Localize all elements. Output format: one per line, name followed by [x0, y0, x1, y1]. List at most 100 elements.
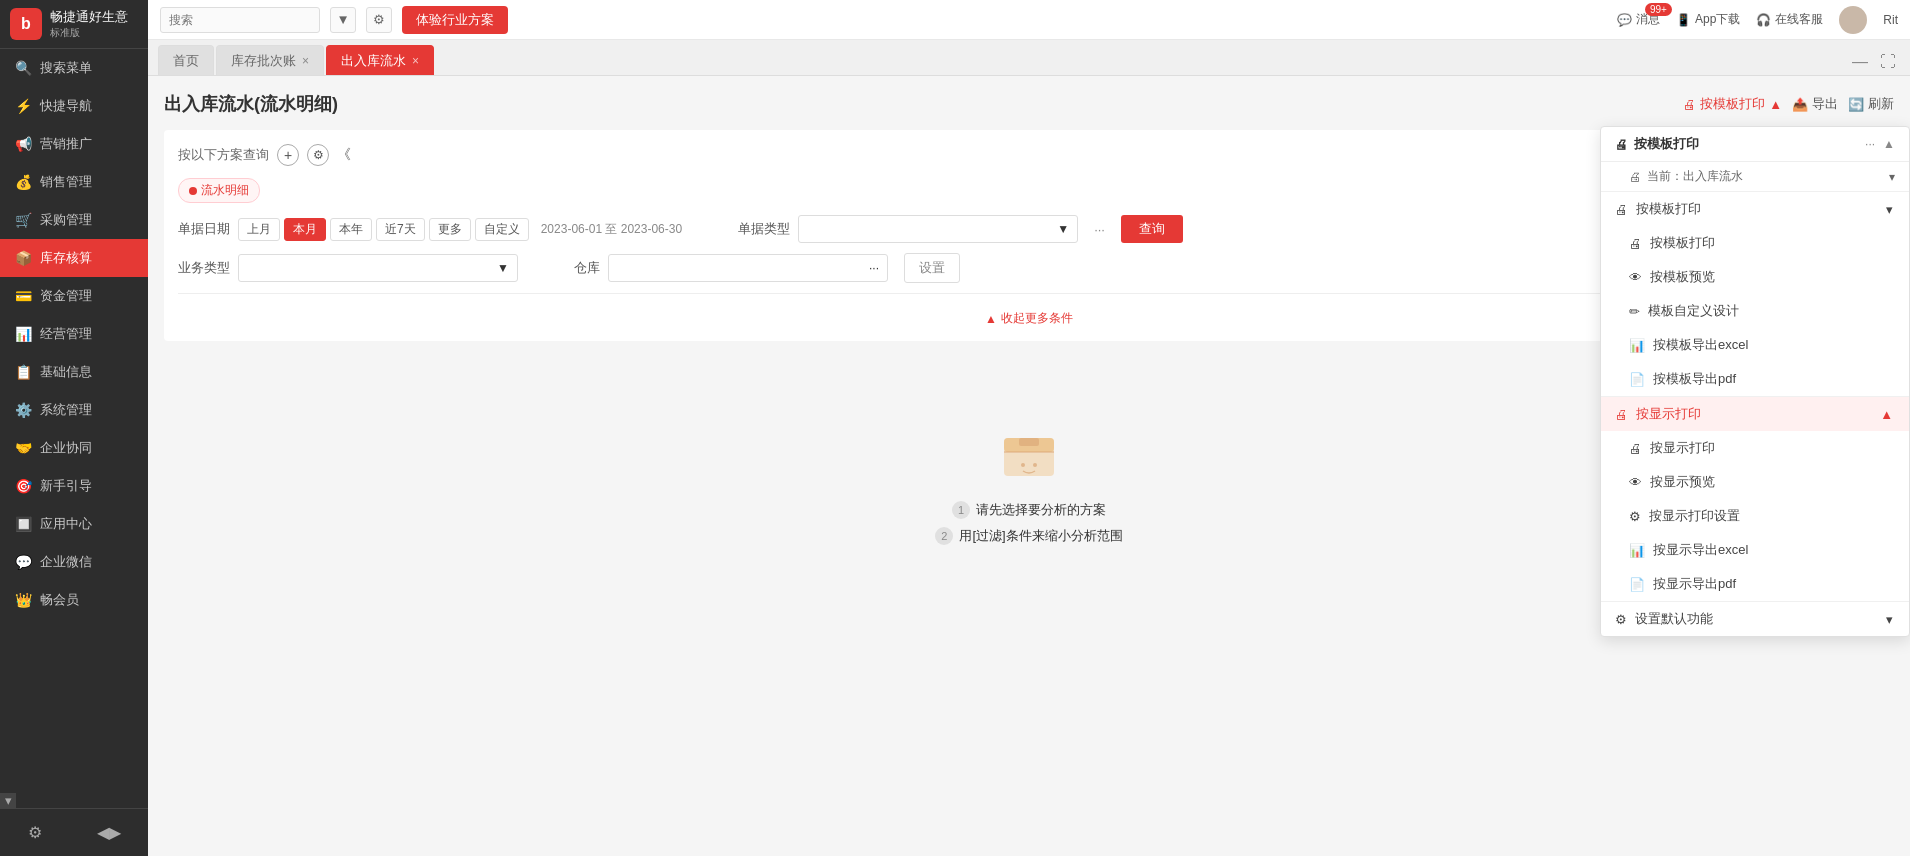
tab-batch[interactable]: 库存批次账×: [216, 45, 324, 75]
page-header: 出入库流水(流水明细) 🖨 按模板打印 ▲ 📤 导出 🔄 刷新: [164, 92, 1894, 116]
filter-date-label: 单据日期: [178, 220, 230, 238]
sidebar-item-basic[interactable]: 📋 基础信息: [0, 353, 148, 391]
tab-flow[interactable]: 出入库流水×: [326, 45, 434, 75]
sidebar-collapse-icon[interactable]: ◀▶: [91, 817, 127, 848]
sidebar-scroll-down[interactable]: ▾: [0, 793, 16, 808]
filter-warehouse-label: 仓库: [574, 259, 600, 277]
sidebar-label-purchase: 采购管理: [40, 211, 92, 229]
dropdown-print-icon: 🖨: [1615, 137, 1628, 152]
template-export-excel-action[interactable]: 📊 按模板导出excel: [1601, 328, 1909, 362]
sidebar-item-operations[interactable]: 📊 经营管理: [0, 315, 148, 353]
display-preview-action[interactable]: 👁 按显示预览: [1601, 465, 1909, 499]
sidebar-item-appcenter[interactable]: 🔲 应用中心: [0, 505, 148, 543]
sidebar-label-inventory: 库存核算: [40, 249, 92, 267]
app-download-icon: 📱: [1676, 13, 1691, 27]
display-export-pdf-action[interactable]: 📄 按显示导出pdf: [1601, 567, 1909, 601]
display-section-chevron: ▲: [1880, 407, 1893, 422]
template-print-section-header[interactable]: 🖨 按模板打印 ▾: [1601, 192, 1909, 226]
minimize-icon[interactable]: —: [1848, 49, 1872, 75]
sidebar-item-marketing[interactable]: 📢 营销推广: [0, 125, 148, 163]
sidebar-label-finance: 资金管理: [40, 287, 92, 305]
topbar-search-input[interactable]: [160, 7, 320, 33]
dropdown-current-item: 🖨 当前：出入库流水 ▾: [1601, 162, 1909, 191]
sidebar-icon-sales: 💰: [14, 173, 32, 191]
topbar-gear-button[interactable]: ⚙: [366, 7, 392, 33]
empty-step-1: 1 请先选择要分析的方案: [952, 501, 1106, 519]
tab-home[interactable]: 首页: [158, 45, 214, 75]
step-1-num: 1: [952, 501, 970, 519]
filter-tag[interactable]: 流水明细: [178, 178, 260, 203]
display-print-action[interactable]: 🖨 按显示打印: [1601, 431, 1909, 465]
sidebar-item-purchase[interactable]: 🛒 采购管理: [0, 201, 148, 239]
export-icon: 📤: [1792, 97, 1808, 112]
display-print-section-label: 按显示打印: [1636, 405, 1701, 423]
sidebar-item-member[interactable]: 👑 畅会员: [0, 581, 148, 619]
print-chevron-up: ▲: [1769, 97, 1782, 112]
tabs-bar: 首页库存批次账×出入库流水× — ⛶: [148, 40, 1910, 76]
sidebar-item-quicknav[interactable]: ⚡ 快捷导航: [0, 87, 148, 125]
svg-rect-2: [1019, 438, 1039, 446]
display-export-excel-action[interactable]: 📊 按显示导出excel: [1601, 533, 1909, 567]
template-customize-icon: ✏: [1629, 304, 1640, 319]
sidebar-item-cooperation[interactable]: 🤝 企业协同: [0, 429, 148, 467]
doctype-ellipsis[interactable]: ···: [1094, 222, 1105, 237]
print-template-button[interactable]: 🖨 按模板打印 ▲: [1683, 95, 1782, 113]
set-default-item[interactable]: ⚙ 设置默认功能 ▾: [1601, 602, 1909, 636]
template-print-action[interactable]: 🖨 按模板打印: [1601, 226, 1909, 260]
topbar-message-button[interactable]: 💬 消息 99+: [1617, 11, 1660, 28]
expand-icon[interactable]: ⛶: [1876, 49, 1900, 75]
date-shortcut-5[interactable]: 自定义: [475, 218, 529, 241]
print-dropdown-panel: 🖨 按模板打印 ··· ▲ 🖨 当前：出入库流水 ▾: [1600, 126, 1910, 637]
date-shortcut-0[interactable]: 上月: [238, 218, 280, 241]
date-shortcut-3[interactable]: 近7天: [376, 218, 425, 241]
template-preview-icon: 👁: [1629, 270, 1642, 285]
sidebar-icon-quicknav: ⚡: [14, 97, 32, 115]
topbar-online-service-button[interactable]: 🎧 在线客服: [1756, 11, 1823, 28]
sidebar-item-wechat[interactable]: 💬 企业微信: [0, 543, 148, 581]
user-avatar[interactable]: [1839, 6, 1867, 34]
topbar-dropdown-button[interactable]: ▼: [330, 7, 356, 33]
dropdown-chevron-up[interactable]: ▲: [1883, 137, 1895, 151]
display-print-section-header[interactable]: 🖨 按显示打印 ▲: [1601, 397, 1909, 431]
date-shortcut-2[interactable]: 本年: [330, 218, 372, 241]
refresh-button[interactable]: 🔄 刷新: [1848, 95, 1894, 113]
sidebar-label-wechat: 企业微信: [40, 553, 92, 571]
template-preview-label: 按模板预览: [1650, 268, 1715, 286]
display-print-settings-action[interactable]: ⚙ 按显示打印设置: [1601, 499, 1909, 533]
tab-close-flow[interactable]: ×: [412, 54, 419, 68]
tab-close-batch[interactable]: ×: [302, 54, 309, 68]
display-print-section: 🖨 按显示打印 ▲ 🖨 按显示打印 👁 按显示预览 ⚙ 按显示打印设置: [1601, 397, 1909, 601]
dropdown-ellipsis[interactable]: ···: [1865, 137, 1875, 151]
query-button[interactable]: 查询: [1121, 215, 1183, 243]
template-preview-action[interactable]: 👁 按模板预览: [1601, 260, 1909, 294]
topbar-right: 💬 消息 99+ 📱 App下载 🎧 在线客服 Rit: [1617, 6, 1898, 34]
sidebar-item-finance[interactable]: 💳 资金管理: [0, 277, 148, 315]
sidebar-item-sales[interactable]: 💰 销售管理: [0, 163, 148, 201]
date-shortcut-4[interactable]: 更多: [429, 218, 471, 241]
filter-warehouse-select[interactable]: ···: [608, 254, 888, 282]
sidebar-item-inventory[interactable]: 📦 库存核算: [0, 239, 148, 277]
filter-doctype-select[interactable]: ▼: [798, 215, 1078, 243]
filter-collapse-button[interactable]: 《: [337, 146, 351, 164]
topbar-industry-button[interactable]: 体验行业方案: [402, 6, 508, 34]
template-export-pdf-action[interactable]: 📄 按模板导出pdf: [1601, 362, 1909, 396]
template-customize-action[interactable]: ✏ 模板自定义设计: [1601, 294, 1909, 328]
filter-settings-button[interactable]: ⚙: [307, 144, 329, 166]
service-label: 在线客服: [1775, 11, 1823, 28]
filter-business-select[interactable]: ▼: [238, 254, 518, 282]
settings-button[interactable]: 设置: [904, 253, 960, 283]
collapse-more-button[interactable]: ▲ 收起更多条件: [985, 304, 1073, 327]
username-label[interactable]: Rit: [1883, 13, 1898, 27]
date-shortcut-1[interactable]: 本月: [284, 218, 326, 241]
sidebar-item-guide[interactable]: 🎯 新手引导: [0, 467, 148, 505]
filter-add-button[interactable]: +: [277, 144, 299, 166]
display-settings-icon: ⚙: [1629, 509, 1641, 524]
sidebar-settings-icon[interactable]: ⚙: [22, 817, 48, 848]
set-default-chevron: ▾: [1886, 612, 1893, 627]
dropdown-panel-header-bar: 🖨 按模板打印 ··· ▲: [1601, 127, 1909, 162]
sidebar-item-search[interactable]: 🔍 搜索菜单: [0, 49, 148, 87]
export-button[interactable]: 📤 导出: [1792, 95, 1838, 113]
filter-date-field: 单据日期 上月本月本年近7天更多自定义 2023-06-01 至 2023-06…: [178, 218, 682, 241]
topbar-app-download-button[interactable]: 📱 App下载: [1676, 11, 1740, 28]
sidebar-item-system[interactable]: ⚙️ 系统管理: [0, 391, 148, 429]
